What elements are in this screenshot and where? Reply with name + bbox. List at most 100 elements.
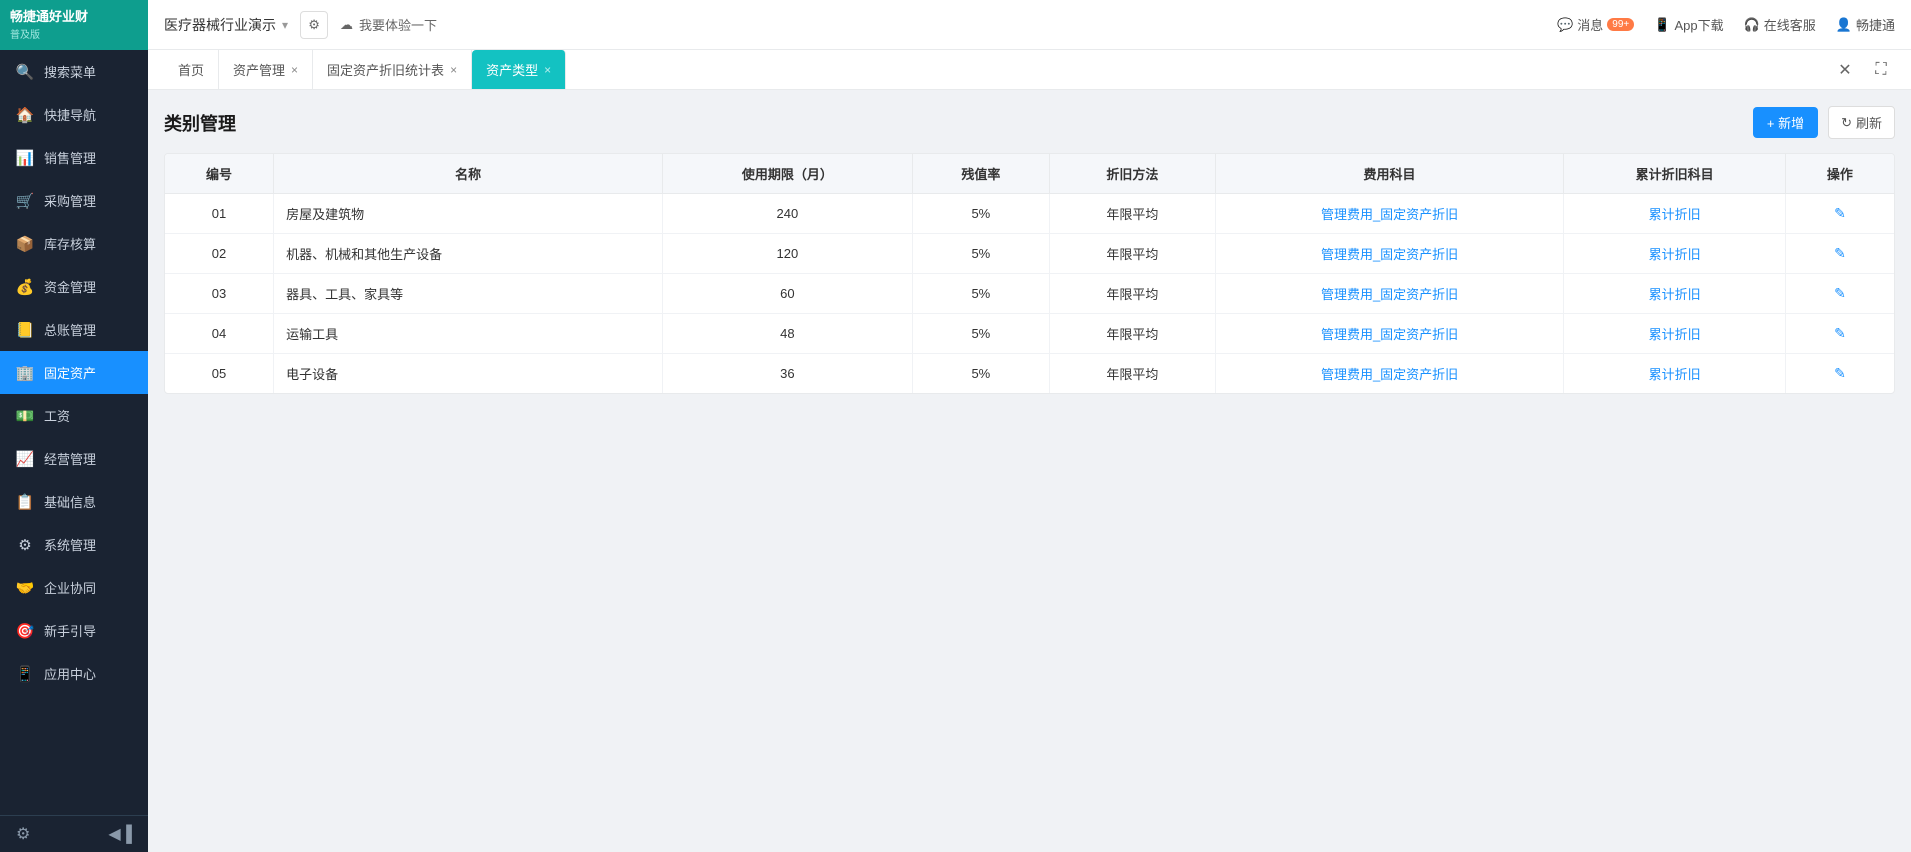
cell-expense: 管理费用_固定资产折旧: [1215, 274, 1564, 314]
cell-method: 年限平均: [1050, 274, 1216, 314]
topbar-right: 💬 消息 99+ 📱 App下载 🎧 在线客服 👤 畅捷通: [1557, 15, 1895, 34]
collapse-icon[interactable]: ◀▐: [108, 824, 132, 844]
cell-period: 48: [663, 314, 912, 354]
sidebar-item-label: 系统管理: [44, 535, 96, 554]
basic-info-icon: 📋: [16, 493, 34, 511]
cell-id: 03: [165, 274, 274, 314]
sidebar-item-salary[interactable]: 💵 工资: [0, 394, 148, 437]
cell-accumulated: 累计折旧: [1564, 194, 1785, 234]
cell-period: 60: [663, 274, 912, 314]
sidebar-item-purchase[interactable]: 🛒 采购管理: [0, 179, 148, 222]
page-title: 类别管理: [164, 110, 236, 136]
message-button[interactable]: 💬 消息 99+: [1557, 15, 1634, 34]
topbar-title-container: 医疗器械行业演示 ▾: [164, 15, 288, 35]
sidebar-item-inventory[interactable]: 📦 库存核算: [0, 222, 148, 265]
phone-icon: 📱: [1654, 17, 1670, 33]
user-button[interactable]: 👤 畅捷通: [1836, 15, 1895, 34]
message-label: 消息: [1577, 15, 1603, 34]
enterprise-icon: 🤝: [16, 579, 34, 597]
sidebar-item-search[interactable]: 🔍 搜索菜单: [0, 50, 148, 93]
sidebar-item-quicknav[interactable]: 🏠 快捷导航: [0, 93, 148, 136]
sidebar-item-label: 经营管理: [44, 449, 96, 468]
sidebar-item-label: 资金管理: [44, 277, 96, 296]
tab-close-icon[interactable]: ×: [291, 63, 298, 77]
edit-button[interactable]: ✎: [1785, 314, 1894, 354]
cell-name: 机器、机械和其他生产设备: [274, 234, 663, 274]
fixed-asset-icon: 🏢: [16, 364, 34, 382]
maximize-window-button[interactable]: ⛶: [1867, 56, 1895, 84]
column-header: 折旧方法: [1050, 154, 1216, 194]
cell-name: 运输工具: [274, 314, 663, 354]
sidebar-item-system[interactable]: ⚙ 系统管理: [0, 523, 148, 566]
cell-period: 240: [663, 194, 912, 234]
cell-accumulated: 累计折旧: [1564, 354, 1785, 394]
cell-residual: 5%: [912, 194, 1050, 234]
close-window-button[interactable]: ✕: [1831, 56, 1859, 84]
page-header: 类别管理 + 新增 ↻ 刷新: [164, 106, 1895, 139]
sidebar-scroll: 🔍 搜索菜单 🏠 快捷导航 📊 销售管理 🛒 采购管理 📦 库存核算 💰 资金管…: [0, 50, 148, 815]
refresh-button[interactable]: ↻ 刷新: [1828, 106, 1895, 139]
refresh-label: 刷新: [1856, 113, 1882, 132]
sidebar-item-label: 基础信息: [44, 492, 96, 511]
data-table-wrap: 编号名称使用期限（月）残值率折旧方法费用科目累计折旧科目操作 01房屋及建筑物2…: [164, 153, 1895, 394]
sidebar-item-business[interactable]: 📈 经营管理: [0, 437, 148, 480]
column-header: 费用科目: [1215, 154, 1564, 194]
online-service-button[interactable]: 🎧 在线客服: [1744, 15, 1816, 34]
edit-button[interactable]: ✎: [1785, 354, 1894, 394]
salary-icon: 💵: [16, 407, 34, 425]
sidebar-item-label: 总账管理: [44, 320, 96, 339]
sidebar-item-guide[interactable]: 🎯 新手引导: [0, 609, 148, 652]
user-icon: 👤: [1836, 17, 1852, 33]
inventory-icon: 📦: [16, 235, 34, 253]
sidebar: 畅捷通好业财 普及版 🔍 搜索菜单 🏠 快捷导航 📊 销售管理 🛒 采购管理 📦…: [0, 0, 148, 852]
main-area: 医疗器械行业演示 ▾ ⚙ ☁ 我要体验一下 💬 消息 99+ 📱 App下载: [148, 0, 1911, 852]
online-service-label: 在线客服: [1764, 15, 1816, 34]
column-header: 操作: [1785, 154, 1894, 194]
cell-method: 年限平均: [1050, 234, 1216, 274]
sidebar-item-fixed-asset[interactable]: 🏢 固定资产: [0, 351, 148, 394]
cell-expense: 管理费用_固定资产折旧: [1215, 234, 1564, 274]
topbar: 医疗器械行业演示 ▾ ⚙ ☁ 我要体验一下 💬 消息 99+ 📱 App下载: [148, 0, 1911, 50]
data-table: 编号名称使用期限（月）残值率折旧方法费用科目累计折旧科目操作 01房屋及建筑物2…: [165, 154, 1894, 393]
edit-button[interactable]: ✎: [1785, 194, 1894, 234]
sidebar-item-enterprise[interactable]: 🤝 企业协同: [0, 566, 148, 609]
topbar-dropdown-arrow[interactable]: ▾: [282, 18, 288, 32]
cell-method: 年限平均: [1050, 194, 1216, 234]
app-download-button[interactable]: 📱 App下载: [1654, 15, 1723, 34]
tab-asset-mgmt[interactable]: 资产管理×: [219, 50, 313, 89]
tab-close-icon[interactable]: ×: [544, 63, 551, 77]
tab-asset-type[interactable]: 资产类型×: [472, 50, 566, 89]
column-header: 累计折旧科目: [1564, 154, 1785, 194]
user-label: 畅捷通: [1856, 15, 1895, 34]
sidebar-item-fund[interactable]: 💰 资金管理: [0, 265, 148, 308]
page-actions: + 新增 ↻ 刷新: [1753, 106, 1895, 139]
table-header: 编号名称使用期限（月）残值率折旧方法费用科目累计折旧科目操作: [165, 154, 1894, 194]
sidebar-item-basic-info[interactable]: 📋 基础信息: [0, 480, 148, 523]
edit-button[interactable]: ✎: [1785, 274, 1894, 314]
service-icon: 🎧: [1744, 17, 1760, 33]
fund-icon: 💰: [16, 278, 34, 296]
tab-fixed-asset-report[interactable]: 固定资产折旧统计表×: [313, 50, 472, 89]
tab-label: 首页: [178, 60, 204, 79]
experience-label: 我要体验一下: [359, 15, 437, 34]
topbar-gear-button[interactable]: ⚙: [300, 11, 328, 39]
sidebar-item-sales[interactable]: 📊 销售管理: [0, 136, 148, 179]
cell-residual: 5%: [912, 234, 1050, 274]
edit-button[interactable]: ✎: [1785, 234, 1894, 274]
tab-close-icon[interactable]: ×: [450, 63, 457, 77]
cell-expense: 管理费用_固定资产折旧: [1215, 354, 1564, 394]
cell-period: 36: [663, 354, 912, 394]
table-row: 01房屋及建筑物2405%年限平均管理费用_固定资产折旧累计折旧✎: [165, 194, 1894, 234]
sidebar-item-label: 快捷导航: [44, 105, 96, 124]
cell-id: 01: [165, 194, 274, 234]
settings-icon[interactable]: ⚙: [16, 824, 30, 844]
new-button[interactable]: + 新增: [1753, 107, 1818, 138]
sidebar-item-appcenter[interactable]: 📱 应用中心: [0, 652, 148, 695]
tab-home[interactable]: 首页: [164, 50, 219, 89]
sidebar-item-ledger[interactable]: 📒 总账管理: [0, 308, 148, 351]
sidebar-item-label: 采购管理: [44, 191, 96, 210]
ledger-icon: 📒: [16, 321, 34, 339]
main-content: 类别管理 + 新增 ↻ 刷新 编号名称使用期限（月）残值率折旧方法费用科目累计折…: [148, 90, 1911, 852]
topbar-experience-button[interactable]: ☁ 我要体验一下: [340, 15, 437, 34]
sidebar-item-label: 销售管理: [44, 148, 96, 167]
